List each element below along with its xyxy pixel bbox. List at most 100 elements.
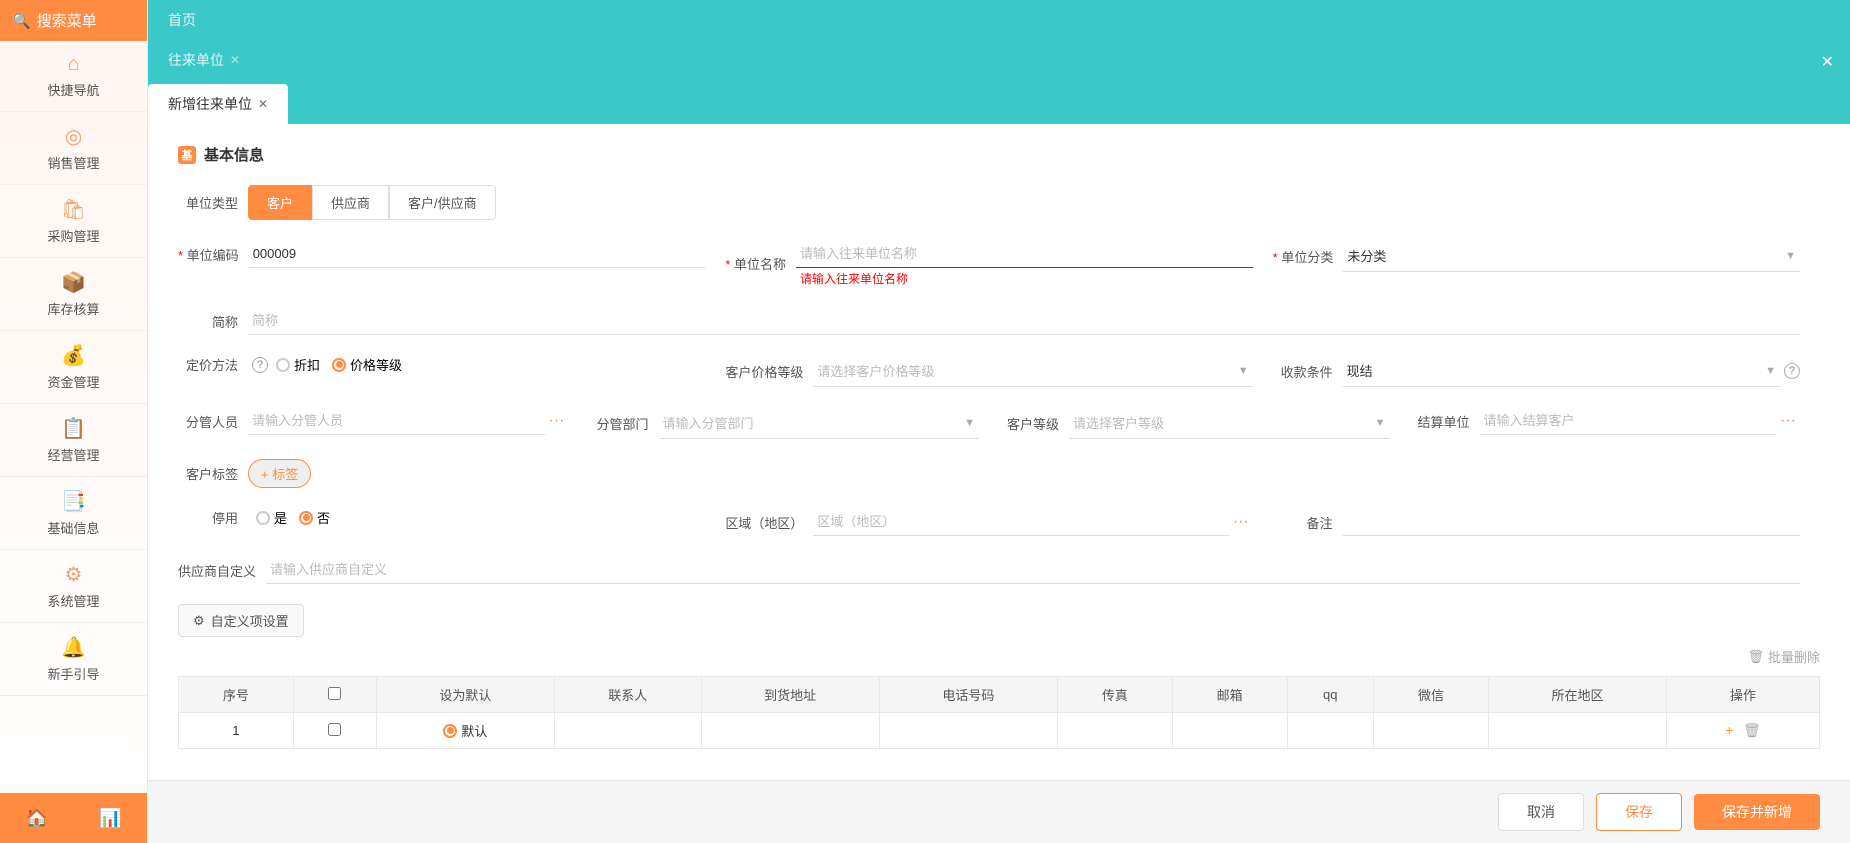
cancel-button[interactable]: 取消 bbox=[1498, 793, 1584, 831]
row-add-icon[interactable]: + bbox=[1722, 722, 1736, 738]
customer-level-select[interactable]: 请选择客户等级 ▼ bbox=[1069, 407, 1390, 439]
pricing-radio-group: 折扣 价格等级 bbox=[276, 355, 402, 374]
sidebar-chart-icon[interactable]: 📊 bbox=[74, 793, 148, 843]
sidebar-quick-nav-label: 快捷导航 bbox=[47, 80, 99, 99]
settlement-unit-field: 结算单位 ··· bbox=[1410, 407, 1821, 435]
customer-price-level-placeholder: 请选择客户价格等级 bbox=[817, 361, 934, 380]
supplier-custom-row: 供应商自定义 bbox=[178, 556, 1820, 584]
region-dots-icon[interactable]: ··· bbox=[1229, 513, 1253, 531]
sidebar-item-system[interactable]: ⚙系统管理 bbox=[0, 550, 147, 623]
sidebar-home-icon[interactable]: 🏠 bbox=[0, 793, 74, 843]
sidebar-item-quick-nav[interactable]: ⌂ 快捷导航 bbox=[0, 41, 147, 112]
disabled-yes-radio[interactable]: 是 bbox=[256, 508, 287, 527]
table-col-8: qq bbox=[1287, 677, 1374, 713]
table-col-11: 操作 bbox=[1667, 677, 1820, 713]
footer: 取消 保存 保存并新增 bbox=[148, 780, 1850, 843]
tab-new-partner[interactable]: 新增往来单位 ✕ bbox=[148, 84, 288, 124]
search-menu[interactable]: 🔍 搜索菜单 bbox=[0, 0, 147, 41]
unit-name-error: 请输入往来单位名称 bbox=[796, 270, 1253, 287]
customer-level-placeholder: 请选择客户等级 bbox=[1073, 413, 1164, 432]
table-col-5: 电话号码 bbox=[879, 677, 1057, 713]
tab-partner-close-icon[interactable]: ✕ bbox=[230, 53, 240, 67]
sidebar-quick-nav-icon: ⌂ bbox=[67, 53, 79, 76]
tab-home[interactable]: 首页 bbox=[148, 0, 288, 40]
pricing-level-label: 价格等级 bbox=[350, 355, 402, 374]
disabled-no-radio[interactable]: 否 bbox=[299, 508, 330, 527]
batch-delete-label[interactable]: 批量删除 bbox=[1768, 647, 1820, 666]
sidebar-item-sales[interactable]: ◎销售管理 bbox=[0, 112, 147, 185]
tab-bar-close-icon[interactable]: ✕ bbox=[1805, 42, 1850, 82]
tab-new-partner-label: 新增往来单位 bbox=[168, 94, 252, 114]
customer-price-level-chevron-icon: ▼ bbox=[1238, 365, 1249, 377]
unit-category-chevron-icon: ▼ bbox=[1785, 250, 1796, 262]
unit-category-select[interactable]: 未分类 ▼ bbox=[1343, 240, 1800, 272]
row-checkbox[interactable] bbox=[328, 723, 341, 736]
region-label: 区域（地区） bbox=[725, 513, 813, 532]
settlement-unit-input[interactable] bbox=[1480, 407, 1777, 435]
sidebar-system-label: 系统管理 bbox=[47, 591, 99, 610]
settlement-unit-dots-icon[interactable]: ··· bbox=[1776, 412, 1800, 430]
sidebar-item-finance[interactable]: 💰资金管理 bbox=[0, 331, 147, 404]
department-select[interactable]: 请输入分管部门 ▼ bbox=[659, 407, 980, 439]
add-tag-button[interactable]: + 标签 bbox=[248, 459, 311, 488]
unit-type-btn-2[interactable]: 客户/供应商 bbox=[389, 185, 496, 220]
unit-type-btn-0[interactable]: 客户 bbox=[248, 185, 312, 220]
sidebar-item-guide[interactable]: 🔔新手引导 bbox=[0, 623, 147, 696]
section-title: 基本信息 bbox=[204, 144, 264, 165]
unit-code-field: 单位编码 bbox=[178, 240, 725, 268]
unit-code-input[interactable] bbox=[249, 240, 706, 268]
sidebar-operations-label: 经营管理 bbox=[47, 445, 99, 464]
remark-input[interactable] bbox=[1343, 508, 1800, 536]
table-col-9: 微信 bbox=[1374, 677, 1489, 713]
sidebar-basic-info-icon: 📑 bbox=[61, 489, 86, 514]
sidebar-purchase-label: 采购管理 bbox=[47, 226, 99, 245]
unit-type-btn-1[interactable]: 供应商 bbox=[312, 185, 389, 220]
save-button[interactable]: 保存 bbox=[1596, 793, 1682, 831]
unit-type-group: 客户供应商客户/供应商 bbox=[248, 185, 496, 220]
table-col-6: 传真 bbox=[1057, 677, 1172, 713]
pricing-radio-discount[interactable]: 折扣 bbox=[276, 355, 320, 374]
region-input[interactable] bbox=[813, 508, 1228, 536]
manager-input[interactable] bbox=[248, 407, 545, 435]
unit-name-field: 单位名称 请输入往来单位名称 bbox=[725, 240, 1272, 287]
department-label: 分管部门 bbox=[589, 414, 659, 433]
code-name-category-row: 单位编码 单位名称 请输入往来单位名称 单位分类 未分类 ▼ bbox=[178, 240, 1820, 287]
payment-terms-label: 收款条件 bbox=[1273, 362, 1343, 381]
unit-name-input[interactable] bbox=[796, 240, 1253, 268]
table-col-1 bbox=[293, 677, 376, 713]
payment-terms-select[interactable]: 现结 ▼ bbox=[1343, 355, 1780, 387]
short-name-row: 简称 bbox=[178, 307, 1820, 335]
manager-field: 分管人员 ··· bbox=[178, 407, 589, 435]
row-cell bbox=[879, 713, 1057, 749]
row-delete-icon[interactable]: 🗑 bbox=[1740, 722, 1764, 738]
custom-settings-button[interactable]: ⚙ 自定义项设置 bbox=[178, 604, 304, 637]
set-default-radio[interactable]: 默认 bbox=[387, 721, 544, 740]
sidebar-item-purchase[interactable]: 🛍采购管理 bbox=[0, 185, 147, 258]
table-col-2: 设为默认 bbox=[376, 677, 554, 713]
supplier-custom-input[interactable] bbox=[266, 556, 1800, 584]
save-new-button[interactable]: 保存并新增 bbox=[1694, 794, 1820, 830]
sidebar-item-inventory[interactable]: 📦库存核算 bbox=[0, 258, 147, 331]
customer-level-label: 客户等级 bbox=[999, 414, 1069, 433]
batch-delete-icon: 🗑 bbox=[1747, 649, 1764, 665]
short-name-input[interactable] bbox=[248, 307, 1800, 335]
batch-delete-area: 🗑 批量删除 bbox=[178, 647, 1820, 666]
sidebar-bottom: 🏠 📊 bbox=[0, 793, 147, 843]
unit-name-wrap: 请输入往来单位名称 bbox=[796, 240, 1253, 287]
sidebar-item-operations[interactable]: 📋经营管理 bbox=[0, 404, 147, 477]
sidebar-guide-icon: 🔔 bbox=[61, 635, 86, 660]
tab-partner[interactable]: 往来单位✕ bbox=[148, 40, 288, 80]
sidebar-inventory-icon: 📦 bbox=[61, 270, 86, 295]
pricing-radio-level[interactable]: 价格等级 bbox=[332, 355, 402, 374]
payment-terms-help-icon[interactable]: ? bbox=[1784, 363, 1800, 379]
customer-price-level-select[interactable]: 请选择客户价格等级 ▼ bbox=[813, 355, 1252, 387]
settlement-unit-label: 结算单位 bbox=[1410, 412, 1480, 431]
select-all-checkbox[interactable] bbox=[328, 687, 341, 700]
pricing-help-icon[interactable]: ? bbox=[252, 357, 268, 373]
tab-new-partner-close-icon[interactable]: ✕ bbox=[258, 97, 268, 111]
sidebar-item-basic-info[interactable]: 📑基础信息 bbox=[0, 477, 147, 550]
manager-dots-icon[interactable]: ··· bbox=[545, 412, 569, 430]
department-field: 分管部门 请输入分管部门 ▼ bbox=[589, 407, 1000, 439]
content-area: 基 基本信息 单位类型 客户供应商客户/供应商 单位编码 单位名称 请输入往来单… bbox=[148, 124, 1850, 780]
pricing-row: 定价方法 ? 折扣 价格等级 客户价格等级 请选择客户价格等级 bbox=[178, 355, 1820, 387]
